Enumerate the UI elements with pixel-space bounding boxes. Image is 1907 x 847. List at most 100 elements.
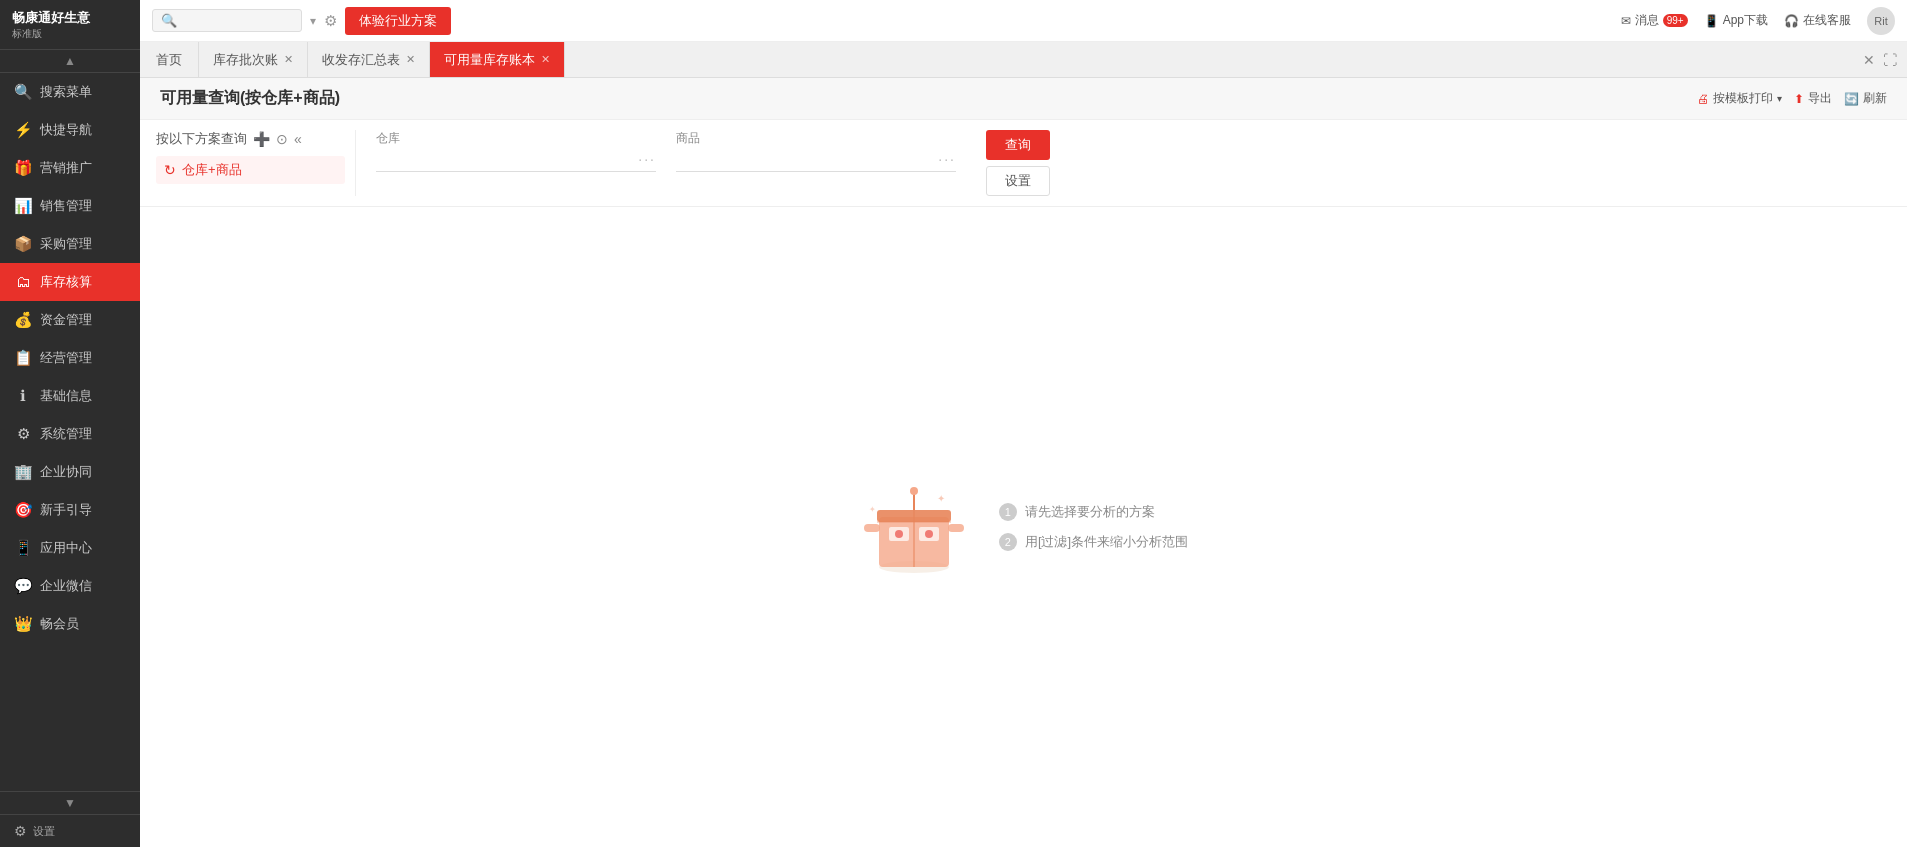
sidebar-purchase-icon: 📦	[14, 235, 32, 253]
sidebar-system-icon: ⚙	[14, 425, 32, 443]
warehouse-label: 仓库	[376, 130, 656, 147]
user-avatar[interactable]: Rit	[1867, 7, 1895, 35]
svg-point-7	[895, 530, 903, 538]
print-button[interactable]: 🖨 按模板打印 ▾	[1697, 90, 1782, 107]
goods-dots[interactable]: ···	[938, 151, 956, 167]
trial-button[interactable]: 体验行业方案	[345, 7, 451, 35]
search-input[interactable]	[181, 14, 261, 28]
tab-available[interactable]: 可用量库存账本 ✕	[430, 42, 565, 77]
sidebar-footer[interactable]: ⚙ 设置	[0, 814, 140, 847]
tip-text-1: 请先选择要分析的方案	[1025, 503, 1155, 521]
main: 🔍 ▾ ⚙ 体验行业方案 ✉ 消息 99+ 📱 App下载 🎧 在线客服 Rit	[140, 0, 1907, 847]
sidebar-enterprise-label: 企业协同	[40, 463, 92, 481]
scroll-down-icon[interactable]: ▼	[64, 796, 76, 810]
settings-scheme-icon[interactable]: ⊙	[276, 131, 288, 147]
tab-batch-close-icon[interactable]: ✕	[284, 53, 293, 66]
sidebar-item-marketing[interactable]: 🎁 营销推广	[0, 149, 140, 187]
scheme-warehouse-goods[interactable]: ↻ 仓库+商品	[156, 156, 345, 184]
sidebar: 畅康通好生意 标准版 ▲ 🔍 搜索菜单 ⚡ 快捷导航 🎁 营销推广 📊 销售管理…	[0, 0, 140, 847]
sidebar-item-appstore[interactable]: 📱 应用中心	[0, 529, 140, 567]
sidebar-item-shortcut[interactable]: ⚡ 快捷导航	[0, 111, 140, 149]
sidebar-item-newbie[interactable]: 🎯 新手引导	[0, 491, 140, 529]
collapse-scheme-icon[interactable]: «	[294, 131, 302, 147]
goods-input[interactable]	[676, 152, 938, 167]
sidebar-item-search[interactable]: 🔍 搜索菜单	[0, 73, 140, 111]
sidebar-item-member[interactable]: 👑 畅会员	[0, 605, 140, 643]
sidebar-shortcut-label: 快捷导航	[40, 121, 92, 139]
topbar-gear-icon[interactable]: ⚙	[324, 12, 337, 30]
search-icon: 🔍	[161, 13, 177, 28]
print-icon: 🖨	[1697, 92, 1709, 106]
sidebar-purchase-label: 采购管理	[40, 235, 92, 253]
warehouse-input[interactable]	[376, 152, 638, 167]
app-download-item[interactable]: 📱 App下载	[1704, 12, 1768, 29]
sidebar-inventory-label: 库存核算	[40, 273, 92, 291]
sidebar-wechat-icon: 💬	[14, 577, 32, 595]
sidebar-search-label: 搜索菜单	[40, 83, 92, 101]
page-header-actions: 🖨 按模板打印 ▾ ⬆ 导出 🔄 刷新	[1697, 90, 1887, 107]
refresh-icon: 🔄	[1844, 92, 1859, 106]
tab-close-all-icon[interactable]: ✕	[1863, 52, 1875, 68]
page-title: 可用量查询(按仓库+商品)	[160, 88, 340, 109]
sidebar-item-wechat[interactable]: 💬 企业微信	[0, 567, 140, 605]
sidebar-item-purchase[interactable]: 📦 采购管理	[0, 225, 140, 263]
svg-point-8	[925, 530, 933, 538]
scroll-up-icon[interactable]: ▲	[64, 54, 76, 68]
filter-schemes-header: 按以下方案查询 ➕ ⊙ «	[156, 130, 345, 148]
sidebar-item-finance[interactable]: 💰 资金管理	[0, 301, 140, 339]
export-icon: ⬆	[1794, 92, 1804, 106]
service-icon: 🎧	[1784, 14, 1799, 28]
sidebar-scroll: 🔍 搜索菜单 ⚡ 快捷导航 🎁 营销推广 📊 销售管理 📦 采购管理 🗂 库存核…	[0, 73, 140, 791]
topbar-chevron-icon[interactable]: ▾	[310, 14, 316, 28]
sidebar-search-icon: 🔍	[14, 83, 32, 101]
refresh-button[interactable]: 🔄 刷新	[1844, 90, 1887, 107]
sidebar-item-operations[interactable]: 📋 经营管理	[0, 339, 140, 377]
sidebar-operations-label: 经营管理	[40, 349, 92, 367]
sidebar-item-basic[interactable]: ℹ 基础信息	[0, 377, 140, 415]
tab-available-close-icon[interactable]: ✕	[541, 53, 550, 66]
export-button[interactable]: ⬆ 导出	[1794, 90, 1832, 107]
tab-expand-icon[interactable]: ⛶	[1883, 52, 1897, 68]
sidebar-shortcut-icon: ⚡	[14, 121, 32, 139]
sidebar-item-system[interactable]: ⚙ 系统管理	[0, 415, 140, 453]
sidebar-item-inventory[interactable]: 🗂 库存核算	[0, 263, 140, 301]
goods-label: 商品	[676, 130, 956, 147]
tab-summary[interactable]: 收发存汇总表 ✕	[308, 42, 430, 77]
add-scheme-icon[interactable]: ➕	[253, 131, 270, 147]
sidebar-appstore-label: 应用中心	[40, 539, 92, 557]
home-label: 首页	[156, 51, 182, 69]
sidebar-basic-icon: ℹ	[14, 387, 32, 405]
customer-service-item[interactable]: 🎧 在线客服	[1784, 12, 1851, 29]
query-button[interactable]: 查询	[986, 130, 1050, 160]
goods-input-row: ···	[676, 151, 956, 172]
svg-rect-11	[864, 524, 880, 532]
page-header: 可用量查询(按仓库+商品) 🖨 按模板打印 ▾ ⬆ 导出 🔄 刷新	[140, 78, 1907, 120]
content: 可用量查询(按仓库+商品) 🖨 按模板打印 ▾ ⬆ 导出 🔄 刷新	[140, 78, 1907, 847]
settings-button[interactable]: 设置	[986, 166, 1050, 196]
sidebar-enterprise-icon: 🏢	[14, 463, 32, 481]
sidebar-item-enterprise[interactable]: 🏢 企业协同	[0, 453, 140, 491]
topbar-search[interactable]: 🔍	[152, 9, 302, 32]
sidebar-sales-label: 销售管理	[40, 197, 92, 215]
print-label: 按模板打印	[1713, 90, 1773, 107]
schemes-header-label: 按以下方案查询	[156, 130, 247, 148]
export-label: 导出	[1808, 90, 1832, 107]
tabbar: 首页 库存批次账 ✕ 收发存汇总表 ✕ 可用量库存账本 ✕ ✕ ⛶	[140, 42, 1907, 78]
sidebar-item-sales[interactable]: 📊 销售管理	[0, 187, 140, 225]
svg-text:✦: ✦	[869, 505, 876, 514]
empty-illustration: ✦ ✦	[859, 472, 969, 582]
sidebar-inventory-icon: 🗂	[14, 273, 32, 290]
sidebar-marketing-icon: 🎁	[14, 159, 32, 177]
filter-goods: 商品 ···	[676, 130, 956, 172]
phone-icon: 📱	[1704, 14, 1719, 28]
message-item[interactable]: ✉ 消息 99+	[1621, 12, 1688, 29]
scheme-rotate-icon: ↻	[164, 162, 176, 178]
service-label: 在线客服	[1803, 12, 1851, 29]
tip-num-1: 1	[999, 503, 1017, 521]
sidebar-basic-label: 基础信息	[40, 387, 92, 405]
tab-batch[interactable]: 库存批次账 ✕	[199, 42, 308, 77]
warehouse-dots[interactable]: ···	[638, 151, 656, 167]
tab-home[interactable]: 首页	[140, 42, 199, 77]
tab-summary-close-icon[interactable]: ✕	[406, 53, 415, 66]
sidebar-marketing-label: 营销推广	[40, 159, 92, 177]
